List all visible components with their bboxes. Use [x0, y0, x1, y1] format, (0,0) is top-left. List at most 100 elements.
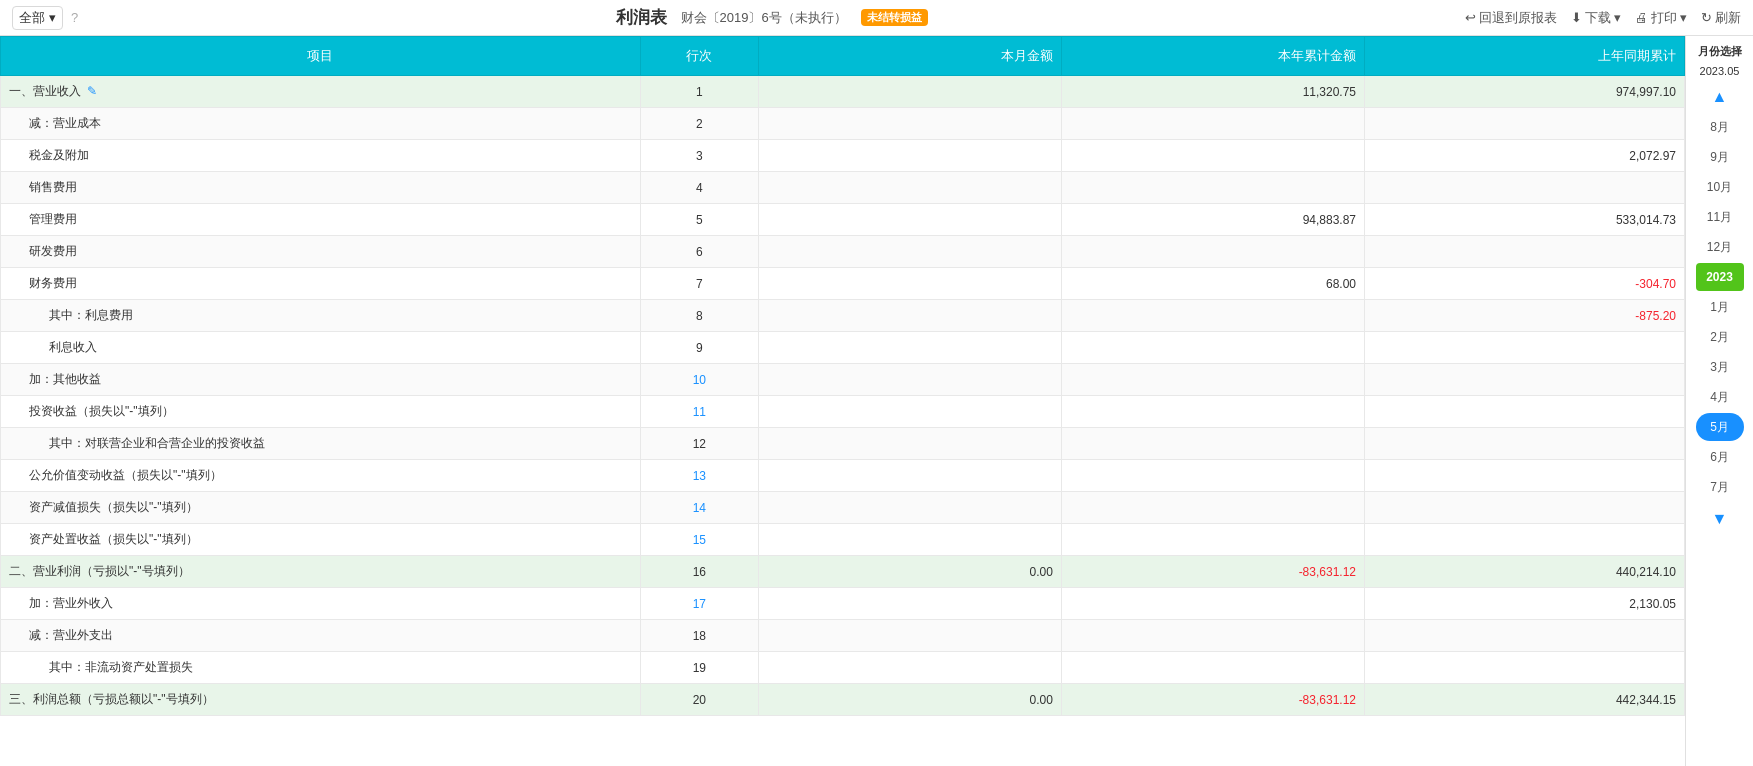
download-icon: ⬇ — [1571, 10, 1582, 25]
cell-month-amount — [758, 300, 1061, 332]
cell-row-num: 5 — [640, 204, 758, 236]
cell-year-amount — [1061, 588, 1364, 620]
cell-row-num[interactable]: 13 — [640, 460, 758, 492]
cell-row-num[interactable]: 11 — [640, 396, 758, 428]
sidebar-month-item[interactable]: 5月 — [1696, 413, 1744, 441]
download-button[interactable]: ⬇ 下载 ▾ — [1571, 9, 1621, 27]
sidebar-month-item[interactable]: 4月 — [1696, 383, 1744, 411]
cell-row-num: 6 — [640, 236, 758, 268]
download-label: 下载 — [1585, 9, 1611, 27]
edit-icon[interactable]: ✎ — [87, 84, 97, 98]
cell-item: 减：营业外支出 — [1, 620, 641, 652]
cell-month-amount — [758, 428, 1061, 460]
cell-prev-amount — [1365, 396, 1685, 428]
sidebar-month-item[interactable]: 9月 — [1696, 143, 1744, 171]
item-label: 销售费用 — [29, 180, 77, 194]
table-row: 资产减值损失（损失以"-"填列）14 — [1, 492, 1685, 524]
scope-label: 全部 — [19, 9, 45, 27]
cell-month-amount — [758, 364, 1061, 396]
cell-prev-amount — [1365, 332, 1685, 364]
sidebar-month-item[interactable]: 3月 — [1696, 353, 1744, 381]
cell-prev-amount — [1365, 620, 1685, 652]
cell-item: 其中：非流动资产处置损失 — [1, 652, 641, 684]
cell-month-amount — [758, 108, 1061, 140]
cell-year-amount: -83,631.12 — [1061, 684, 1364, 716]
sidebar-down-arrow[interactable]: ▼ — [1706, 505, 1734, 533]
item-label: 利息收入 — [49, 340, 97, 354]
cell-item: 其中：利息费用 — [1, 300, 641, 332]
sidebar-month-item[interactable]: 6月 — [1696, 443, 1744, 471]
top-bar: 全部 ▾ ? 利润表 财会〔2019〕6号（未执行） 未结转损益 ↩ 回退到原报… — [0, 0, 1753, 36]
cell-prev-amount — [1365, 108, 1685, 140]
sidebar-month-item[interactable]: 11月 — [1696, 203, 1744, 231]
print-label: 打印 — [1651, 9, 1677, 27]
scope-dropdown[interactable]: 全部 ▾ — [12, 6, 63, 30]
table-row: 一、营业收入✎111,320.75974,997.10 — [1, 76, 1685, 108]
sidebar-month-item[interactable]: 2月 — [1696, 323, 1744, 351]
cell-row-num[interactable]: 14 — [640, 492, 758, 524]
cell-row-num: 7 — [640, 268, 758, 300]
cell-row-num: 12 — [640, 428, 758, 460]
cell-year-amount: 68.00 — [1061, 268, 1364, 300]
print-button[interactable]: 🖨 打印 ▾ — [1635, 9, 1687, 27]
cell-month-amount — [758, 172, 1061, 204]
cell-prev-amount — [1365, 460, 1685, 492]
sidebar-month-item[interactable]: 1月 — [1696, 293, 1744, 321]
cell-prev-amount: 2,130.05 — [1365, 588, 1685, 620]
sidebar-month-item[interactable]: 10月 — [1696, 173, 1744, 201]
refresh-button[interactable]: ↻ 刷新 — [1701, 9, 1741, 27]
col-header-year: 本年累计金额 — [1061, 37, 1364, 76]
cell-year-amount — [1061, 428, 1364, 460]
month-sidebar: 月份选择 2023.05 ▲ 8月9月10月11月12月20231月2月3月4月… — [1685, 36, 1753, 766]
back-button[interactable]: ↩ 回退到原报表 — [1465, 9, 1557, 27]
cell-prev-amount: -875.20 — [1365, 300, 1685, 332]
cell-row-num: 9 — [640, 332, 758, 364]
cell-prev-amount — [1365, 172, 1685, 204]
item-label: 减：营业外支出 — [29, 628, 113, 642]
main-container: 项目 行次 本月金额 本年累计金额 上年同期累计 一、营业收入✎111,320.… — [0, 36, 1753, 766]
cell-month-amount — [758, 236, 1061, 268]
cell-prev-amount — [1365, 652, 1685, 684]
table-row: 三、利润总额（亏损总额以"-"号填列）200.00-83,631.12442,3… — [1, 684, 1685, 716]
item-label: 其中：非流动资产处置损失 — [49, 660, 193, 674]
item-label: 加：其他收益 — [29, 372, 101, 386]
cell-row-num: 20 — [640, 684, 758, 716]
cell-month-amount — [758, 524, 1061, 556]
help-icon[interactable]: ? — [71, 10, 78, 25]
download-arrow-icon: ▾ — [1614, 10, 1621, 25]
sidebar-month-item[interactable]: 7月 — [1696, 473, 1744, 501]
cell-row-num: 8 — [640, 300, 758, 332]
cell-year-amount — [1061, 460, 1364, 492]
sidebar-year: 2023.05 — [1700, 65, 1740, 77]
cell-year-amount — [1061, 140, 1364, 172]
item-label: 其中：对联营企业和合营企业的投资收益 — [49, 436, 265, 450]
cell-prev-amount: 974,997.10 — [1365, 76, 1685, 108]
cell-item: 加：营业外收入 — [1, 588, 641, 620]
cell-item: 投资收益（损失以"-"填列） — [1, 396, 641, 428]
cell-month-amount — [758, 204, 1061, 236]
item-label: 税金及附加 — [29, 148, 89, 162]
sidebar-month-item[interactable]: 12月 — [1696, 233, 1744, 261]
cell-row-num[interactable]: 17 — [640, 588, 758, 620]
sidebar-year-label[interactable]: 2023 — [1696, 263, 1744, 291]
print-arrow-icon: ▾ — [1680, 10, 1687, 25]
table-row: 加：其他收益 10 — [1, 364, 1685, 396]
table-row: 其中：非流动资产处置损失19 — [1, 652, 1685, 684]
top-bar-right: ↩ 回退到原报表 ⬇ 下载 ▾ 🖨 打印 ▾ ↻ 刷新 — [1465, 9, 1741, 27]
table-row: 减：营业成本2 — [1, 108, 1685, 140]
item-label: 财务费用 — [29, 276, 77, 290]
cell-prev-amount: 442,344.15 — [1365, 684, 1685, 716]
cell-item: 加：其他收益 — [1, 364, 641, 396]
cell-item: 财务费用 — [1, 268, 641, 300]
cell-row-num[interactable]: 10 — [640, 364, 758, 396]
sidebar-up-arrow[interactable]: ▲ — [1706, 83, 1734, 111]
cell-year-amount: 11,320.75 — [1061, 76, 1364, 108]
cell-month-amount — [758, 652, 1061, 684]
item-label: 一、营业收入 — [9, 84, 81, 98]
sidebar-month-item[interactable]: 8月 — [1696, 113, 1744, 141]
refresh-label: 刷新 — [1715, 9, 1741, 27]
table-row: 税金及附加32,072.97 — [1, 140, 1685, 172]
item-label: 管理费用 — [29, 212, 77, 226]
cell-row-num[interactable]: 15 — [640, 524, 758, 556]
cell-item: 税金及附加 — [1, 140, 641, 172]
